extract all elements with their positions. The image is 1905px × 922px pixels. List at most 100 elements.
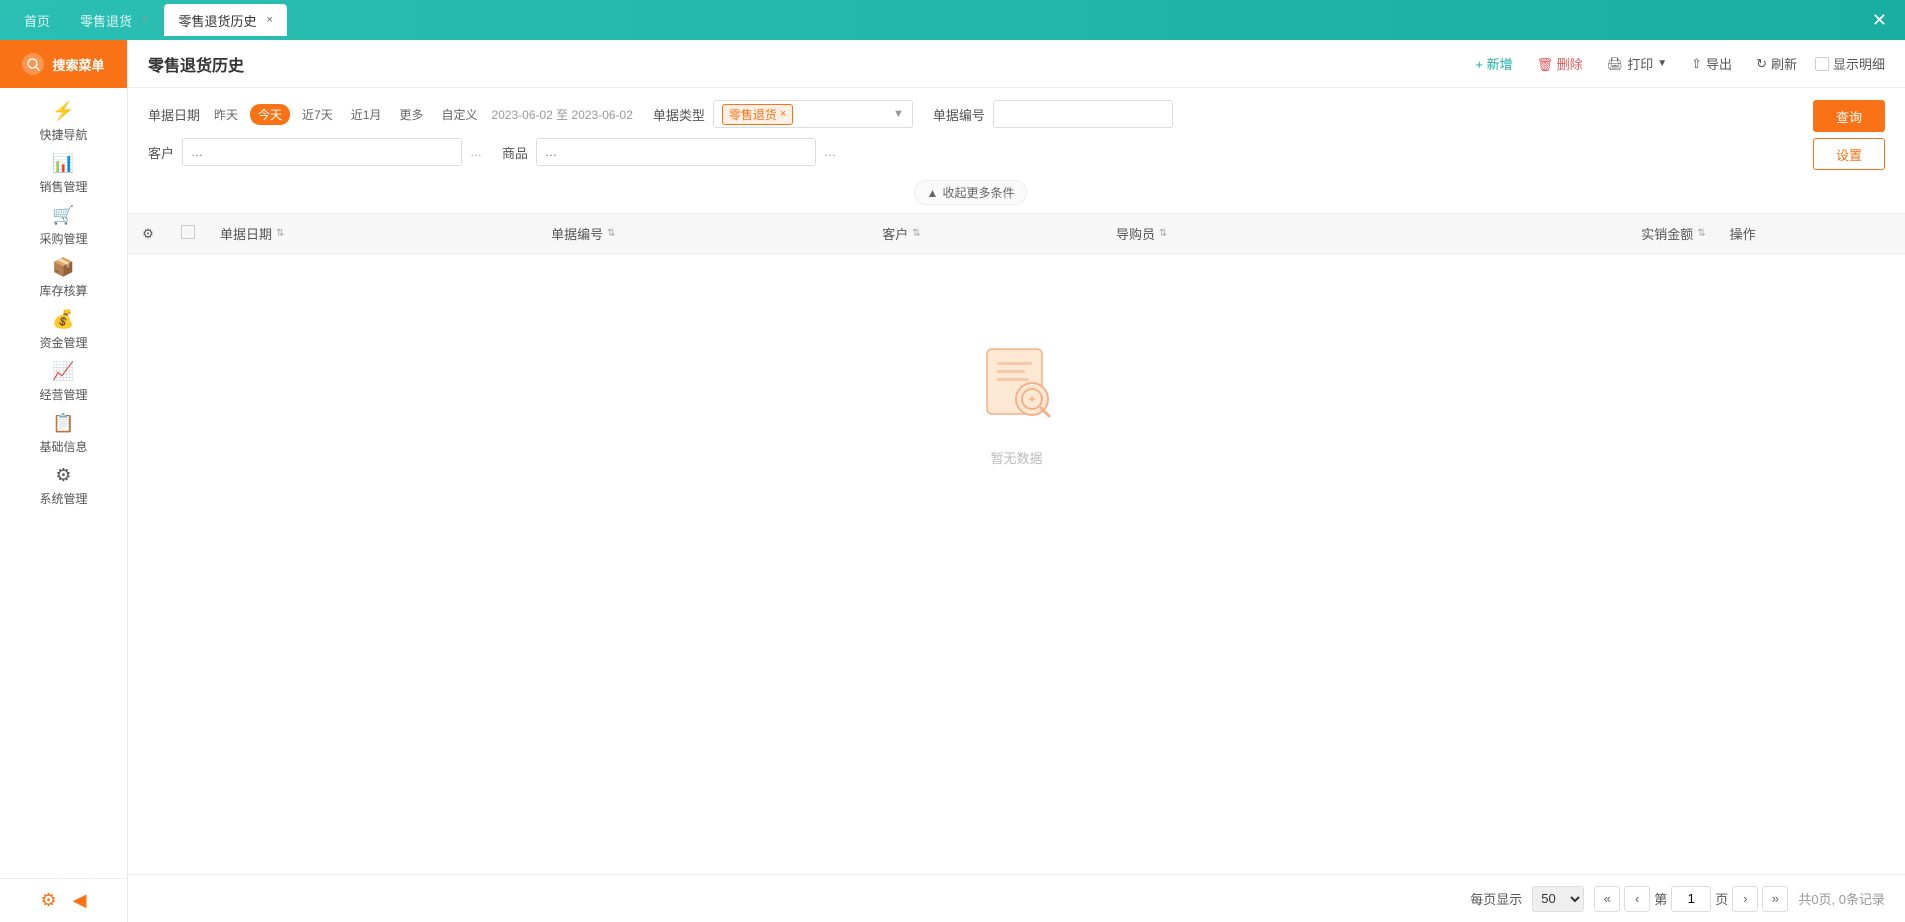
collapse-up-icon: ▲	[927, 186, 939, 200]
date-range-display: 2023-06-02 至 2023-06-02	[491, 106, 632, 123]
table-header-guide[interactable]: 导购员 ⇅	[1104, 214, 1386, 254]
inventory-icon: 📦	[52, 257, 74, 278]
sidebar-item-basic-info[interactable]: 📋 基础信息	[0, 408, 127, 460]
filter-collapse-row: ▲ 收起更多条件	[148, 176, 1793, 205]
empty-icon	[967, 334, 1067, 434]
sidebar-search-label: 搜索菜单	[52, 55, 104, 74]
number-filter-label: 单据编号	[933, 105, 985, 124]
filter-main: 单据日期 昨天 今天 近7天 近1月 更多 自定义 2023-06-02 至 2…	[148, 100, 1885, 205]
delete-button[interactable]: 🗑 删除	[1531, 50, 1589, 77]
sidebar-item-label: 基础信息	[39, 438, 87, 455]
date-option-7days[interactable]: 近7天	[296, 104, 339, 125]
date-option-custom[interactable]: 自定义	[435, 104, 483, 125]
sidebar-item-label: 系统管理	[39, 490, 87, 507]
type-tag-label: 零售退货	[729, 106, 777, 123]
window-close-button[interactable]: ✕	[1864, 10, 1895, 31]
sidebar-item-inventory[interactable]: 📦 库存核算	[0, 252, 127, 304]
table-header-number[interactable]: 单据编号 ⇅	[539, 214, 870, 254]
col-date-label: 单据日期	[220, 224, 272, 243]
col-number-label: 单据编号	[551, 224, 603, 243]
sidebar-item-label: 资金管理	[39, 334, 87, 351]
col-action-label: 操作	[1730, 227, 1756, 242]
table-header-date[interactable]: 单据日期 ⇅	[208, 214, 539, 254]
type-filter-label: 单据类型	[653, 105, 705, 124]
date-options: 昨天 今天 近7天 近1月 更多 自定义	[208, 104, 483, 125]
sidebar-settings-button[interactable]: ⚙	[41, 890, 57, 911]
collapse-button[interactable]: ▲ 收起更多条件	[914, 180, 1028, 205]
customer-ellipsis[interactable]: …	[470, 145, 482, 159]
filter-row-1: 单据日期 昨天 今天 近7天 近1月 更多 自定义 2023-06-02 至 2…	[148, 100, 1793, 128]
table-header-customer[interactable]: 客户 ⇅	[870, 214, 1104, 254]
table-body: 暂无数据	[128, 254, 1905, 528]
purchase-icon: 🛒	[52, 205, 74, 226]
sidebar-item-operations[interactable]: 📈 经营管理	[0, 356, 127, 408]
tab-home[interactable]: 首页	[10, 4, 64, 36]
date-option-yesterday[interactable]: 昨天	[208, 104, 244, 125]
type-filter-select[interactable]: 零售退货 × ▼	[713, 100, 913, 128]
print-chevron-icon: ▼	[1657, 58, 1667, 69]
page-label: 页	[1715, 889, 1728, 908]
last-page-button[interactable]: »	[1762, 886, 1788, 912]
query-button[interactable]: 查询	[1813, 100, 1885, 132]
page-number-input[interactable]	[1671, 886, 1711, 912]
goods-ellipsis[interactable]: …	[824, 145, 836, 159]
col-customer-label: 客户	[882, 224, 908, 243]
page-size-label: 每页显示	[1470, 889, 1522, 908]
empty-text: 暂无数据	[990, 448, 1042, 467]
col-date-sort-icon: ⇅	[276, 228, 284, 239]
first-page-button[interactable]: «	[1594, 886, 1620, 912]
set-button[interactable]: 设置	[1813, 138, 1885, 170]
sidebar-item-sales[interactable]: 📊 销售管理	[0, 148, 127, 200]
filter-action-btns: 查询 设置	[1813, 100, 1885, 170]
page-nav: « ‹ 第 页 › »	[1594, 886, 1788, 912]
sidebar: 搜索菜单 ⚡ 快捷导航 📊 销售管理 🛒 采购管理 📦 库存核算 💰 资金管理	[0, 40, 128, 922]
page-header: 零售退货历史 + 新增 🗑 删除 🖨 打印 ▼ ⇧ 导出 ↻ 刷新	[128, 40, 1905, 88]
tab-home-label: 首页	[24, 11, 50, 30]
col-number-sort-icon: ⇅	[607, 228, 615, 239]
goods-filter-input[interactable]	[536, 138, 816, 166]
sidebar-collapse-button[interactable]: ◀	[73, 890, 87, 911]
finance-icon: 💰	[52, 309, 74, 330]
customer-filter-input[interactable]	[182, 138, 462, 166]
sidebar-item-quick-nav[interactable]: ⚡ 快捷导航	[0, 96, 127, 148]
tab-retail-return-history[interactable]: 零售退货历史 ×	[164, 4, 286, 36]
table-header-amount[interactable]: 实销金额 ⇅	[1386, 214, 1717, 254]
sidebar-item-label: 采购管理	[39, 230, 87, 247]
empty-state: 暂无数据	[128, 254, 1905, 527]
sidebar-item-finance[interactable]: 💰 资金管理	[0, 304, 127, 356]
page-size-select[interactable]: 50 100 200	[1532, 886, 1584, 912]
date-option-more[interactable]: 更多	[393, 104, 429, 125]
export-button[interactable]: ⇧ 导出	[1685, 50, 1738, 77]
print-label: 打印	[1627, 54, 1653, 73]
col-amount-sort-icon: ⇅	[1697, 228, 1705, 239]
sidebar-nav-list: ⚡ 快捷导航 📊 销售管理 🛒 采购管理 📦 库存核算 💰 资金管理 📈	[0, 88, 127, 878]
date-option-today[interactable]: 今天	[250, 104, 290, 125]
sidebar-item-system[interactable]: ⚙ 系统管理	[0, 460, 127, 512]
show-detail-checkbox[interactable]	[1815, 57, 1829, 71]
number-filter-input[interactable]	[993, 100, 1173, 128]
col-guide-label: 导购员	[1116, 224, 1155, 243]
refresh-button[interactable]: ↻ 刷新	[1750, 50, 1803, 77]
sidebar-item-label: 经营管理	[39, 386, 87, 403]
sidebar-search[interactable]: 搜索菜单	[0, 40, 127, 88]
tab-retail-return-history-close[interactable]: ×	[266, 14, 272, 26]
type-filter-group: 单据类型 零售退货 × ▼	[653, 100, 913, 128]
type-tag: 零售退货 ×	[722, 104, 793, 125]
new-button[interactable]: + 新增	[1469, 50, 1518, 77]
page-label-prefix: 第	[1654, 889, 1667, 908]
sidebar-item-purchase[interactable]: 🛒 采购管理	[0, 200, 127, 252]
next-page-button[interactable]: ›	[1732, 886, 1758, 912]
type-tag-close[interactable]: ×	[780, 108, 786, 120]
prev-page-button[interactable]: ‹	[1624, 886, 1650, 912]
table-header-gear[interactable]: ⚙	[128, 214, 168, 254]
date-option-1month[interactable]: 近1月	[345, 104, 388, 125]
export-label: 导出	[1706, 54, 1732, 73]
quick-nav-icon: ⚡	[52, 101, 74, 122]
select-all-checkbox[interactable]	[181, 225, 195, 239]
table-header-check[interactable]	[168, 214, 208, 254]
operations-icon: 📈	[52, 361, 74, 382]
print-button[interactable]: 🖨 打印 ▼	[1601, 50, 1673, 77]
number-filter-group: 单据编号	[933, 100, 1173, 128]
tab-retail-return[interactable]: 零售退货 ×	[66, 4, 162, 36]
tab-retail-return-close[interactable]: ×	[142, 14, 148, 26]
